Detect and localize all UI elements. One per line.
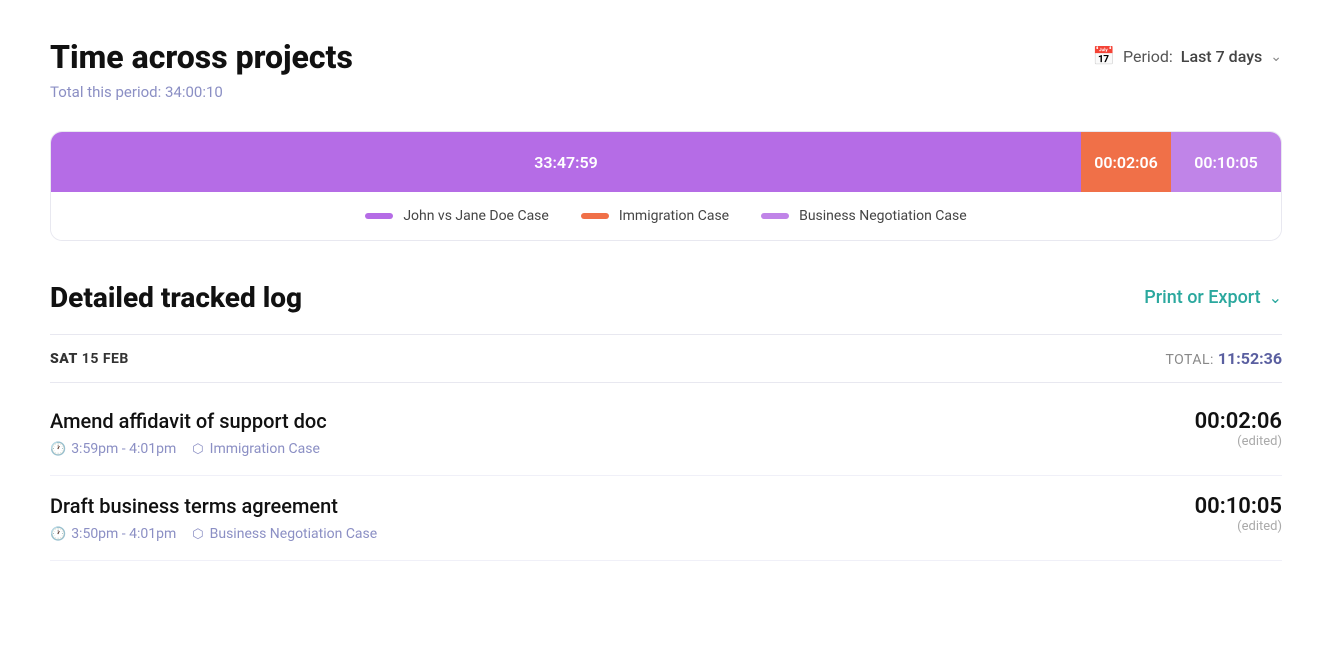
bar-wrapper: 33:47:59 00:02:06 00:10:05 [51, 132, 1281, 192]
legend-dot-violet [761, 213, 789, 219]
entry-left-1: Amend affidavit of support doc 🕐 3:59pm … [50, 409, 327, 457]
log-title: Detailed tracked log [50, 281, 302, 314]
date-total-label: TOTAL: [1165, 352, 1214, 368]
entry-project-1: ⬡ Immigration Case [192, 441, 320, 457]
cube-icon-1: ⬡ [192, 442, 203, 457]
legend-dot-purple [365, 213, 393, 219]
legend-label-purple: John vs Jane Doe Case [403, 208, 549, 224]
legend-label-violet: Business Negotiation Case [799, 208, 967, 224]
log-header: Detailed tracked log Print or Export ⌄ [50, 281, 1282, 314]
date-total: TOTAL: 11:52:36 [1165, 349, 1282, 368]
entry-top-1: Amend affidavit of support doc 🕐 3:59pm … [50, 409, 1282, 457]
entry-title-1: Amend affidavit of support doc [50, 409, 327, 433]
legend-item-purple: John vs Jane Doe Case [365, 208, 549, 224]
legend-label-orange: Immigration Case [619, 208, 729, 224]
print-export-button[interactable]: Print or Export ⌄ [1144, 287, 1282, 308]
entry-meta-2: 🕐 3:50pm - 4:01pm ⬡ Business Negotiation… [50, 526, 377, 542]
entry-title-2: Draft business terms agreement [50, 494, 377, 518]
duration-value-1: 00:02:06 [1195, 409, 1282, 434]
cube-icon-2: ⬡ [192, 527, 203, 542]
page-header: Time across projects Total this period: … [50, 40, 1282, 101]
chevron-down-icon-export: ⌄ [1269, 288, 1282, 307]
page-title: Time across projects [50, 40, 353, 75]
print-export-label: Print or Export [1144, 287, 1260, 308]
segment-label-purple: 33:47:59 [534, 153, 598, 172]
date-value: 15 FEB [82, 351, 129, 367]
bar-segment-violet: 00:10:05 [1171, 132, 1281, 192]
day-name: SAT [50, 351, 78, 367]
clock-icon-2: 🕐 [50, 527, 66, 542]
entry-duration-2: 00:10:05 (edited) [1195, 494, 1282, 534]
period-prefix: Period: [1123, 47, 1173, 66]
chart-container: 33:47:59 00:02:06 00:10:05 John vs Jane … [50, 131, 1282, 241]
period-value: Last 7 days [1181, 47, 1262, 66]
entry-project-2: ⬡ Business Negotiation Case [192, 526, 377, 542]
total-value: 34:00:10 [165, 83, 223, 101]
bar-segment-orange: 00:02:06 [1081, 132, 1171, 192]
clock-icon-1: 🕐 [50, 442, 66, 457]
entry-duration-1: 00:02:06 (edited) [1195, 409, 1282, 449]
entry-project-name-1: Immigration Case [210, 441, 320, 457]
header-left: Time across projects Total this period: … [50, 40, 353, 101]
date-label: SAT 15 FEB [50, 351, 129, 367]
entry-meta-1: 🕐 3:59pm - 4:01pm ⬡ Immigration Case [50, 441, 327, 457]
calendar-icon: 📅 [1093, 46, 1115, 67]
date-row: SAT 15 FEB TOTAL: 11:52:36 [50, 334, 1282, 383]
duration-value-2: 00:10:05 [1195, 494, 1282, 519]
chart-legend: John vs Jane Doe Case Immigration Case B… [51, 192, 1281, 240]
entry-time-1: 🕐 3:59pm - 4:01pm [50, 441, 176, 457]
entry-left-2: Draft business terms agreement 🕐 3:50pm … [50, 494, 377, 542]
legend-item-orange: Immigration Case [581, 208, 729, 224]
log-entry-2: Draft business terms agreement 🕐 3:50pm … [50, 476, 1282, 561]
legend-dot-orange [581, 213, 609, 219]
edited-label-1: (edited) [1195, 434, 1282, 449]
bar-segment-purple: 33:47:59 [51, 132, 1081, 192]
date-total-value: 11:52:36 [1218, 349, 1282, 368]
entry-time-value-2: 3:50pm - 4:01pm [71, 526, 176, 542]
chevron-down-icon: ⌄ [1270, 49, 1282, 65]
period-total: Total this period: 34:00:10 [50, 83, 353, 101]
total-label: Total this period: [50, 83, 161, 101]
entry-project-name-2: Business Negotiation Case [210, 526, 378, 542]
entry-top-2: Draft business terms agreement 🕐 3:50pm … [50, 494, 1282, 542]
edited-label-2: (edited) [1195, 519, 1282, 534]
segment-label-violet: 00:10:05 [1194, 153, 1258, 172]
entry-time-value-1: 3:59pm - 4:01pm [71, 441, 176, 457]
entry-time-2: 🕐 3:50pm - 4:01pm [50, 526, 176, 542]
legend-item-violet: Business Negotiation Case [761, 208, 967, 224]
log-entry-1: Amend affidavit of support doc 🕐 3:59pm … [50, 391, 1282, 476]
period-selector[interactable]: 📅 Period: Last 7 days ⌄ [1093, 46, 1282, 67]
segment-label-orange: 00:02:06 [1094, 153, 1158, 172]
